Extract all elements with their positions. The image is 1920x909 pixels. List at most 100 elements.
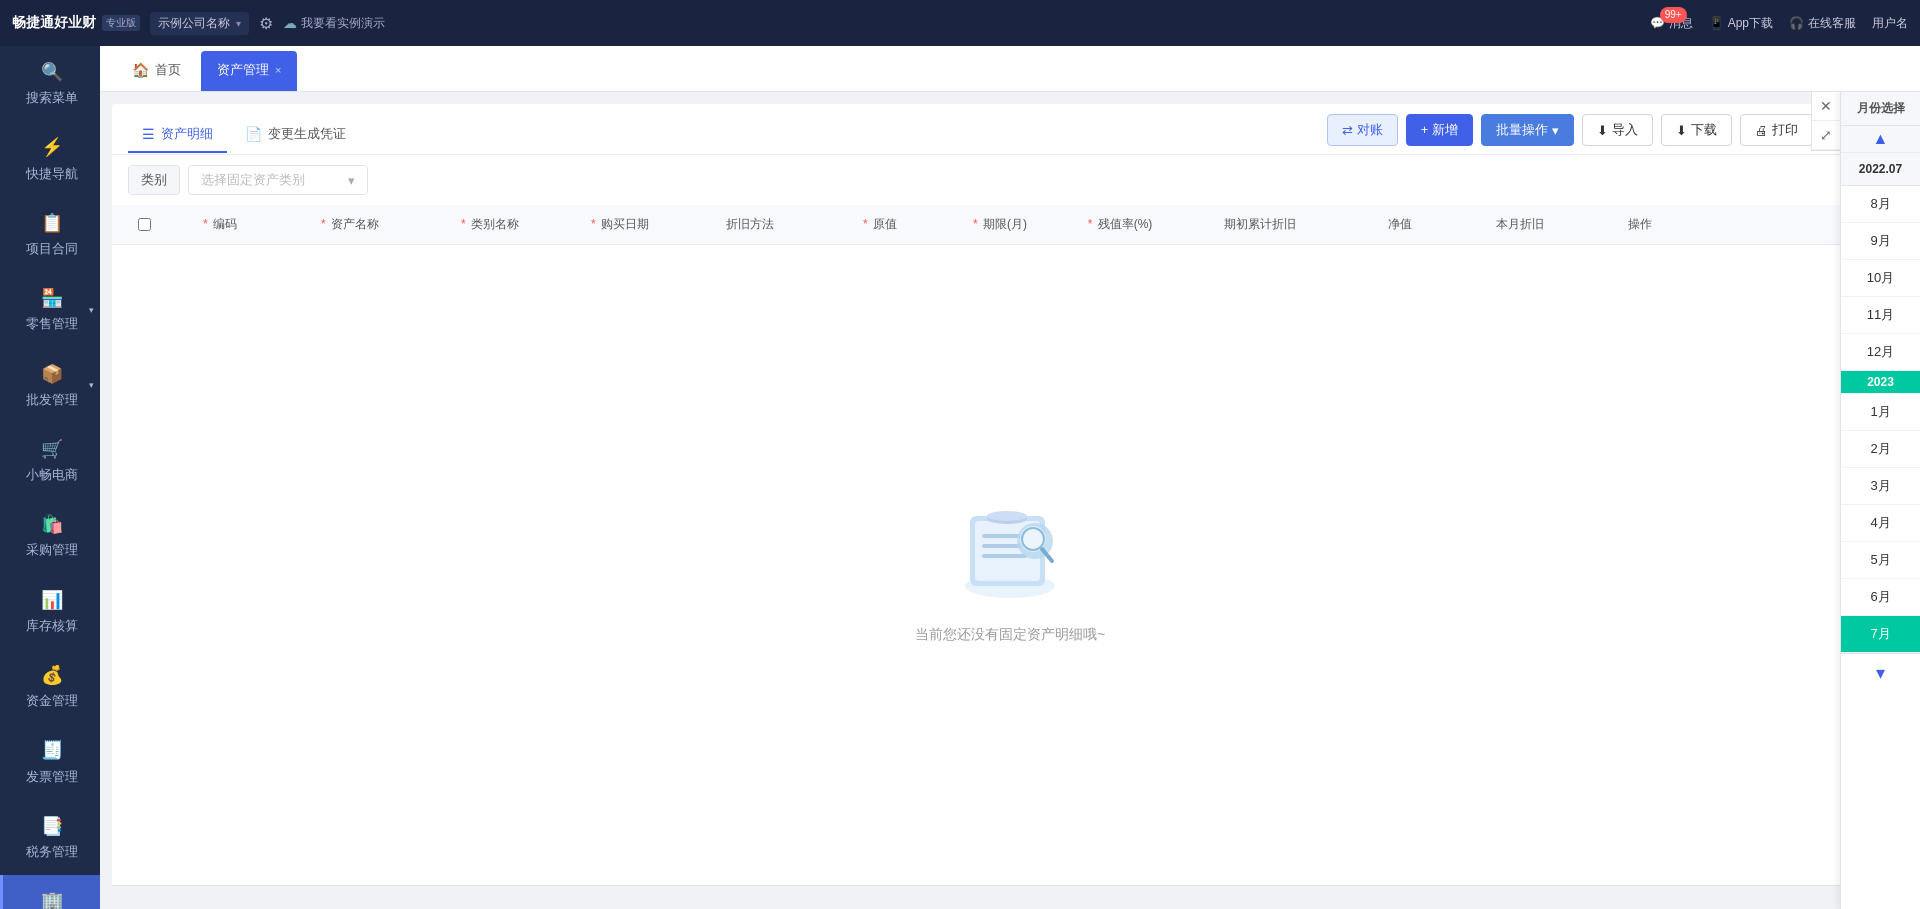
add-button[interactable]: + 新增 (1406, 114, 1473, 146)
sidebar-item-ecommerce[interactable]: 🛒 小畅电商 (0, 423, 100, 498)
user-info[interactable]: 用户名 (1872, 15, 1908, 32)
headset-icon: 🎧 (1789, 16, 1804, 30)
residual-rate-required-mark: * (1088, 217, 1093, 231)
tab-asset-management[interactable]: 资产管理 × (201, 51, 297, 91)
sidebar-item-project[interactable]: 📋 项目合同 (0, 197, 100, 272)
reconcile-label: 对账 (1357, 121, 1383, 139)
month-item-10[interactable]: 10月 (1841, 260, 1920, 297)
th-asset-name: * 资产名称 (280, 206, 420, 243)
online-service-button[interactable]: 🎧 在线客服 (1789, 15, 1856, 32)
sidebar-item-tax[interactable]: 📑 税务管理 (0, 800, 100, 875)
sub-tab-change-voucher[interactable]: 📄 变更生成凭证 (231, 117, 360, 153)
ecommerce-icon: 🛒 (41, 437, 63, 462)
category-label: 类别 (128, 165, 180, 195)
th-operation-label: 操作 (1628, 217, 1652, 231)
tab-home[interactable]: 🏠 首页 (116, 51, 197, 91)
month-picker-nav-up[interactable]: ▲ (1867, 128, 1895, 150)
print-icon: 🖨 (1755, 123, 1768, 138)
sidebar-item-purchase[interactable]: 🛍️ 采购管理 (0, 498, 100, 573)
import-label: 导入 (1612, 121, 1638, 139)
sub-tabs: ☰ 资产明细 📄 变更生成凭证 ⇄ 对账 + 新增 (112, 104, 1908, 155)
settings-icon[interactable]: ⚙ (259, 14, 273, 33)
year-badge-2023: 2023 (1841, 371, 1920, 394)
sidebar-label-invoice: 发票管理 (26, 768, 78, 786)
category-placeholder: 选择固定资产类别 (201, 171, 305, 189)
tab-asset-label: 资产管理 (217, 61, 269, 79)
month-item-7[interactable]: 7月 (1841, 616, 1920, 653)
month-item-12[interactable]: 12月 (1841, 334, 1920, 371)
sidebar-item-quick-nav[interactable]: ⚡ 快捷导航 (0, 121, 100, 196)
finance-icon: 💰 (41, 663, 63, 688)
month-item-6[interactable]: 6月 (1841, 579, 1920, 616)
reconcile-button[interactable]: ⇄ 对账 (1327, 114, 1398, 146)
month-picker-nav-down[interactable]: ▾ (1876, 662, 1885, 684)
th-original-value: * 原值 (820, 206, 940, 243)
sidebar-item-fixed-assets[interactable]: 🏢 固定资产 (0, 875, 100, 909)
th-residual-rate: * 残值率(%) (1060, 206, 1180, 243)
th-current-depreciation: 本月折旧 (1460, 206, 1580, 243)
asset-name-required-mark: * (321, 217, 326, 231)
voucher-icon: 📄 (245, 126, 262, 142)
search-icon: 🔍 (41, 60, 63, 85)
list-icon: ☰ (142, 126, 155, 142)
svg-point-12 (987, 511, 1027, 521)
table-header: * 编码 * 资产名称 * 类别名称 * 购买日期 (112, 205, 1908, 245)
sidebar-item-search[interactable]: 🔍 搜索菜单 (0, 46, 100, 121)
month-item-3[interactable]: 3月 (1841, 468, 1920, 505)
sub-tab-asset-detail[interactable]: ☰ 资产明细 (128, 117, 227, 153)
month-item-current-year[interactable]: 2022.07 (1841, 153, 1920, 186)
th-net-value: 净值 (1340, 206, 1460, 243)
mobile-icon: 📱 (1709, 16, 1724, 30)
sidebar-label-quick-nav: 快捷导航 (26, 165, 78, 183)
month-item-11[interactable]: 11月 (1841, 297, 1920, 334)
month-item-8[interactable]: 8月 (1841, 186, 1920, 223)
app-download-button[interactable]: 📱 App下载 (1709, 15, 1773, 32)
tab-bar: 🏠 首页 资产管理 × (100, 46, 1920, 92)
top-bar-right: 💬 消息 99+ 📱 App下载 🎧 在线客服 用户名 (1650, 15, 1908, 32)
sidebar-item-retail[interactable]: 🏪 零售管理 (0, 272, 100, 347)
period-months-required-mark: * (973, 217, 978, 231)
company-name: 示例公司名称 (158, 15, 230, 32)
select-all-checkbox[interactable] (138, 218, 151, 231)
demo-label: 我要看实例演示 (301, 15, 385, 32)
messages-button[interactable]: 💬 消息 99+ (1650, 15, 1693, 32)
sidebar-label-retail: 零售管理 (26, 315, 78, 333)
month-picker-footer: ▾ (1841, 653, 1920, 692)
import-icon: ⬇ (1597, 123, 1608, 138)
month-item-9[interactable]: 9月 (1841, 223, 1920, 260)
category-select[interactable]: 选择固定资产类别 ▾ (188, 165, 368, 195)
top-bar: 畅捷通好业财 专业版 示例公司名称 ▾ ⚙ ☁ 我要看实例演示 💬 消息 99+… (0, 0, 1920, 46)
asset-panel: ☰ 资产明细 📄 变更生成凭证 ⇄ 对账 + 新增 (112, 104, 1908, 897)
download-button[interactable]: ⬇ 下载 (1661, 114, 1732, 146)
month-item-2[interactable]: 2月 (1841, 431, 1920, 468)
side-panel-controls: ✕ ⤢ (1811, 92, 1840, 151)
reconcile-icon: ⇄ (1342, 123, 1353, 138)
sidebar-item-invoice[interactable]: 🧾 发票管理 (0, 724, 100, 799)
th-current-depreciation-label: 本月折旧 (1496, 217, 1544, 231)
tax-icon: 📑 (41, 814, 63, 839)
sidebar-item-inventory[interactable]: 📊 库存核算 (0, 574, 100, 649)
bottom-scrollbar[interactable] (112, 885, 1908, 897)
expand-panel-button[interactable]: ⤢ (1812, 121, 1840, 150)
close-panel-button[interactable]: ✕ (1812, 92, 1840, 121)
sidebar-label-purchase: 采购管理 (26, 541, 78, 559)
month-item-1[interactable]: 1月 (1841, 394, 1920, 431)
sidebar-item-finance[interactable]: 💰 资金管理 (0, 649, 100, 724)
sidebar-item-wholesale[interactable]: 📦 批发管理 (0, 348, 100, 423)
month-item-5[interactable]: 5月 (1841, 542, 1920, 579)
batch-button[interactable]: 批量操作 ▾ (1481, 114, 1574, 146)
demo-button[interactable]: ☁ 我要看实例演示 (283, 15, 385, 32)
import-button[interactable]: ⬇ 导入 (1582, 114, 1653, 146)
month-item-4[interactable]: 4月 (1841, 505, 1920, 542)
category-required-mark: * (461, 217, 466, 231)
company-selector[interactable]: 示例公司名称 ▾ (150, 12, 249, 35)
tab-close-icon[interactable]: × (275, 64, 281, 76)
batch-arrow-icon: ▾ (1552, 123, 1559, 138)
print-button[interactable]: 🖨 打印 (1740, 114, 1813, 146)
th-depreciation-method: 折旧方法 (680, 206, 820, 243)
sidebar-label-search: 搜索菜单 (26, 89, 78, 107)
th-code-label: 编码 (213, 217, 237, 231)
app-download-label: App下载 (1728, 15, 1773, 32)
header-checkbox[interactable] (128, 218, 160, 231)
th-period-accumulated: 期初累计折旧 (1180, 206, 1340, 243)
